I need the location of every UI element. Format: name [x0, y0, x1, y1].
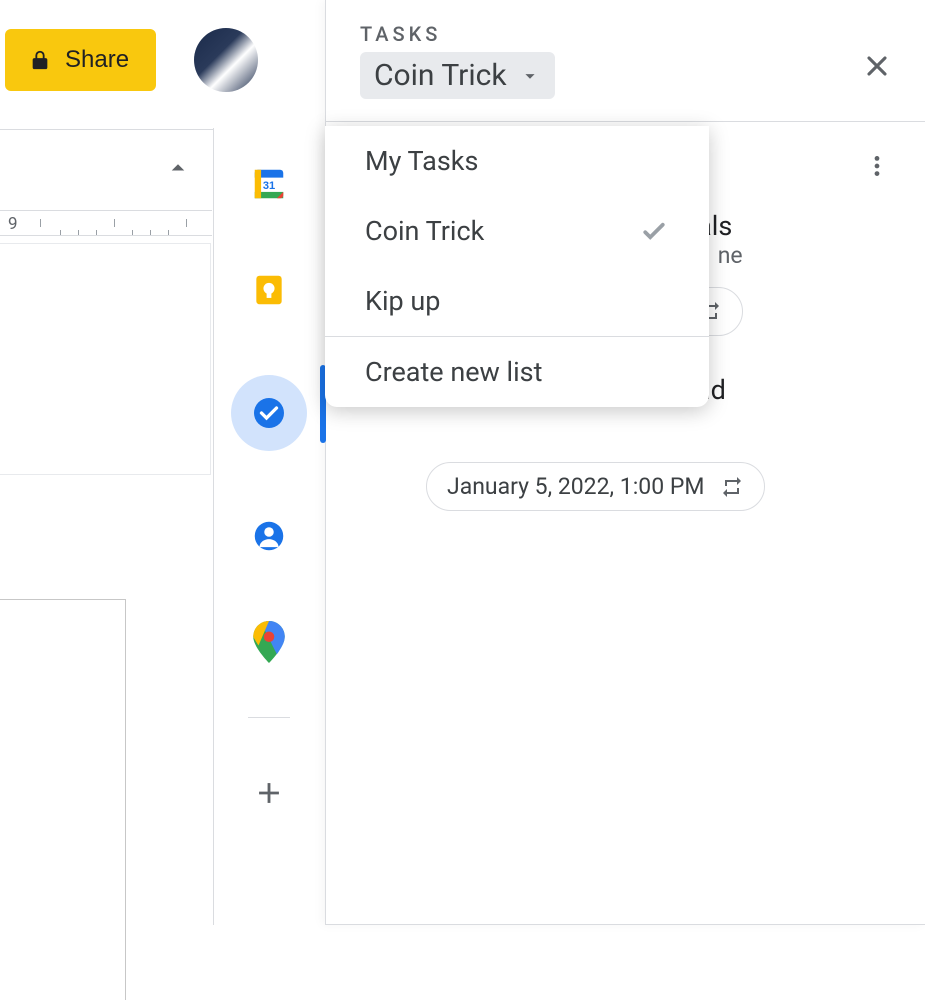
side-panel-rail: 31 [214, 128, 324, 814]
dropdown-item-label: Kip up [365, 285, 440, 317]
share-button[interactable]: Share [5, 29, 156, 91]
keep-icon[interactable] [248, 269, 290, 311]
tasks-icon[interactable] [231, 375, 307, 451]
more-vert-icon [864, 153, 890, 179]
dropdown-item-my-tasks[interactable]: My Tasks [325, 126, 709, 196]
dropdown-item-kip-up[interactable]: Kip up [325, 266, 709, 336]
plus-icon [252, 776, 286, 810]
chevron-down-icon [519, 65, 541, 87]
task-date-chip[interactable]: January 5, 2022, 1:00 PM [426, 462, 765, 511]
contacts-icon[interactable] [248, 515, 290, 557]
svg-text:31: 31 [263, 180, 275, 192]
task-date-text: January 5, 2022, 1:00 PM [447, 473, 704, 500]
lock-icon [29, 49, 51, 71]
dropdown-create-new-list[interactable]: Create new list [325, 337, 709, 407]
close-icon [861, 50, 893, 82]
dropdown-item-label: My Tasks [365, 145, 478, 177]
document-page [0, 244, 210, 474]
dropdown-item-coin-trick[interactable]: Coin Trick [325, 196, 709, 266]
task-options-button[interactable] [853, 142, 901, 190]
siderail-inner-divider [248, 717, 290, 718]
maps-icon[interactable] [248, 621, 290, 663]
ruler-number: 9 [8, 214, 18, 234]
ruler[interactable]: 9 [0, 210, 212, 236]
dropdown-item-label: Create new list [365, 356, 542, 388]
repeat-icon [720, 475, 744, 499]
tasks-header: TASKS Coin Trick [326, 0, 925, 122]
add-addon-button[interactable] [248, 772, 290, 814]
task-list-dropdown: My Tasks Coin Trick Kip up Create new li… [325, 126, 709, 407]
tasks-label: TASKS [360, 22, 895, 46]
check-icon [639, 216, 669, 246]
chevron-up-icon [163, 153, 193, 183]
dropdown-item-label: Coin Trick [365, 215, 484, 247]
close-panel-button[interactable] [853, 42, 901, 90]
task-list-selector[interactable]: Coin Trick [360, 52, 555, 99]
topbar-divider [0, 129, 214, 130]
calendar-icon[interactable]: 31 [248, 163, 290, 205]
task-list-name: Coin Trick [374, 58, 507, 93]
document-page [0, 600, 125, 1000]
share-label: Share [65, 46, 129, 74]
user-avatar[interactable] [194, 28, 258, 92]
chevron-up-button[interactable] [155, 145, 201, 191]
